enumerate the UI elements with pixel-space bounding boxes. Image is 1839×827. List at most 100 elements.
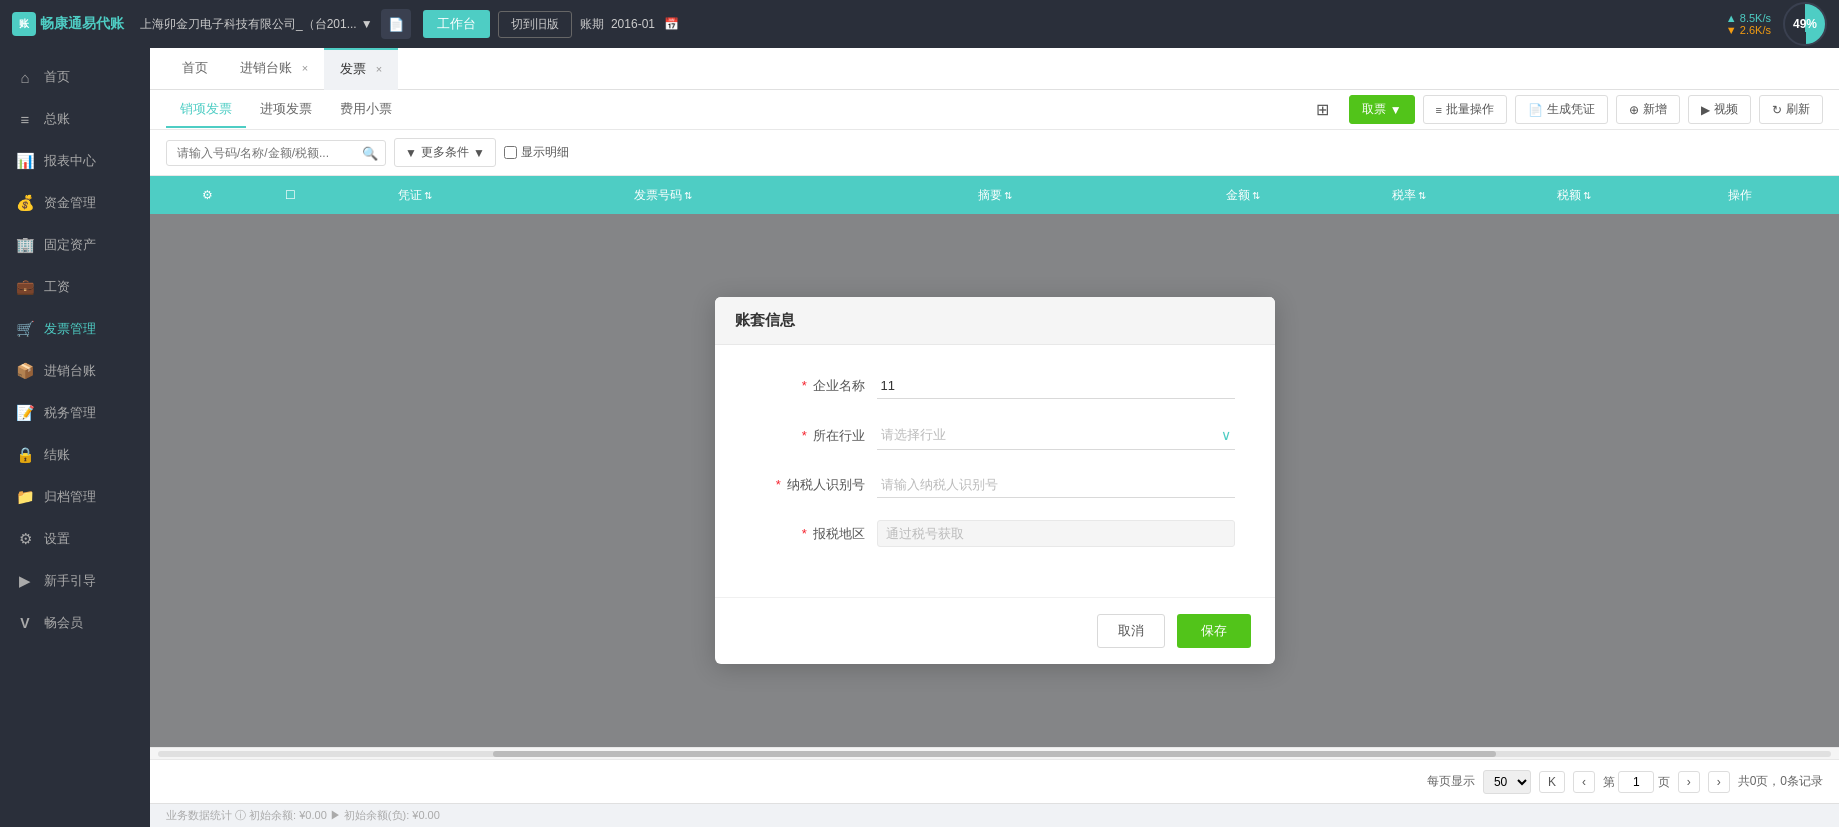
pagination-bar: 每页显示 50 K ‹ 第 页 › › 共0页，0条记录 — [150, 759, 1839, 803]
refresh-btn[interactable]: ↻ 刷新 — [1759, 95, 1823, 124]
scrollbar-track[interactable] — [158, 751, 1831, 757]
th-amount[interactable]: 金额 ⇅ — [1160, 187, 1326, 204]
switch-old-button[interactable]: 切到旧版 — [498, 11, 572, 38]
show-detail-checkbox[interactable]: 显示明细 — [504, 144, 569, 161]
ticket-btn[interactable]: 取票 ▼ — [1349, 95, 1415, 124]
bottom-bar: 业务数据统计 ⓘ 初始余额: ¥0.00 ▶ 初始余额(负): ¥0.00 — [150, 803, 1839, 827]
form-row-taxid: * 纳税人识别号 — [755, 472, 1235, 498]
guide-icon: ▶ — [16, 572, 34, 590]
last-page-btn[interactable]: › — [1708, 771, 1730, 793]
th-invoice-no[interactable]: 发票号码 ⇅ — [497, 187, 828, 204]
sidebar: ⌂ 首页 ≡ 总账 📊 报表中心 💰 资金管理 🏢 固定资产 💼 工资 — [0, 48, 150, 827]
sidebar-item-salary[interactable]: 💼 工资 — [0, 266, 150, 308]
label-taxid: * 纳税人识别号 — [755, 476, 865, 494]
industry-dropdown-arrow: ∨ — [1221, 427, 1231, 443]
input-tax-id[interactable] — [877, 472, 1235, 498]
show-detail-check[interactable] — [504, 146, 517, 159]
select-industry[interactable]: 请选择行业 ∨ — [877, 421, 1235, 450]
tab-home[interactable]: 首页 — [166, 49, 224, 89]
tab-purchase-close[interactable]: × — [302, 62, 308, 74]
tab-invoice[interactable]: 发票 × — [324, 48, 398, 90]
sidebar-item-invoice[interactable]: 🛒 发票管理 — [0, 308, 150, 350]
sidebar-item-settings[interactable]: ⚙ 设置 — [0, 518, 150, 560]
th-voucher[interactable]: 凭证 ⇅ — [332, 187, 498, 204]
doc-icon[interactable]: 📄 — [381, 9, 411, 39]
network-status: ▲ 8.5K/s ▼ 2.6K/s — [1726, 12, 1771, 36]
save-button[interactable]: 保存 — [1177, 614, 1251, 648]
form-row-industry: * 所在行业 请选择行业 ∨ — [755, 421, 1235, 450]
subtab-expense[interactable]: 费用小票 — [326, 92, 406, 128]
company-dropdown-arrow: ▼ — [361, 17, 373, 31]
video-btn[interactable]: ▶ 视频 — [1688, 95, 1751, 124]
ledger-icon: ≡ — [16, 110, 34, 128]
batch-op-btn[interactable]: ≡ 批量操作 — [1423, 95, 1507, 124]
salary-icon: 💼 — [16, 278, 34, 296]
label-company: * 企业名称 — [755, 377, 865, 395]
sidebar-item-closing[interactable]: 🔒 结账 — [0, 434, 150, 476]
first-page-btn[interactable]: K — [1539, 771, 1565, 793]
plus-icon: ⊕ — [1629, 103, 1639, 117]
modal-body: * 企业名称 * 所在行业 — [715, 345, 1275, 597]
modal-footer: 取消 保存 — [715, 597, 1275, 664]
label-industry: * 所在行业 — [755, 427, 865, 445]
member-icon: V — [16, 614, 34, 632]
th-tax-rate[interactable]: 税率 ⇅ — [1326, 187, 1492, 204]
page-label: 第 页 — [1603, 771, 1670, 793]
th-check[interactable]: ☐ — [249, 188, 332, 202]
generate-voucher-btn[interactable]: 📄 生成凭证 — [1515, 95, 1608, 124]
page-input[interactable] — [1618, 771, 1654, 793]
prev-page-btn[interactable]: ‹ — [1573, 771, 1595, 793]
sidebar-item-assets[interactable]: 🏢 固定资产 — [0, 224, 150, 266]
input-tax-region — [877, 520, 1235, 547]
subtab-purchase[interactable]: 进项发票 — [246, 92, 326, 128]
per-page-select[interactable]: 50 — [1483, 770, 1531, 794]
subtab-sales[interactable]: 销项发票 — [166, 92, 246, 128]
calendar-icon[interactable]: 📅 — [664, 17, 679, 31]
cancel-button[interactable]: 取消 — [1097, 614, 1165, 648]
refresh-icon: ↻ — [1772, 103, 1782, 117]
sidebar-item-guide[interactable]: ▶ 新手引导 — [0, 560, 150, 602]
next-page-btn[interactable]: › — [1678, 771, 1700, 793]
input-company-name[interactable] — [877, 373, 1235, 399]
scrollbar-thumb[interactable] — [493, 751, 1497, 757]
table-header: ⚙ ☐ 凭证 ⇅ 发票号码 ⇅ 摘要 ⇅ 金额 ⇅ 税率 ⇅ 税额 ⇅ 操作 — [150, 176, 1839, 214]
sidebar-item-member[interactable]: V 畅会员 — [0, 602, 150, 644]
th-summary[interactable]: 摘要 ⇅ — [829, 187, 1160, 204]
sub-tab-bar: 销项发票 进项发票 费用小票 ⊞ 取票 ▼ ≡ — [150, 90, 1839, 130]
sidebar-item-reports[interactable]: 📊 报表中心 — [0, 140, 150, 182]
th-settings[interactable]: ⚙ — [166, 188, 249, 202]
search-input[interactable] — [166, 140, 386, 166]
period-label: 账期 2016-01 📅 — [580, 16, 696, 33]
funds-icon: 💰 — [16, 194, 34, 212]
workbench-button[interactable]: 工作台 — [423, 10, 490, 38]
new-btn[interactable]: ⊕ 新增 — [1616, 95, 1680, 124]
settings-icon: ⚙ — [16, 530, 34, 548]
tax-icon: 📝 — [16, 404, 34, 422]
sidebar-item-ledger[interactable]: ≡ 总账 — [0, 98, 150, 140]
sidebar-item-funds[interactable]: 💰 资金管理 — [0, 182, 150, 224]
closing-icon: 🔒 — [16, 446, 34, 464]
tab-purchase[interactable]: 进销台账 × — [224, 49, 324, 89]
search-wrapper: 🔍 — [166, 140, 386, 166]
company-selector[interactable]: 上海卯金刀电子科技有限公司_（台201... ▼ — [140, 16, 373, 33]
search-icon: 🔍 — [362, 145, 378, 160]
sidebar-item-archive[interactable]: 📁 归档管理 — [0, 476, 150, 518]
tab-invoice-close[interactable]: × — [376, 63, 382, 75]
sidebar-item-tax[interactable]: 📝 税务管理 — [0, 392, 150, 434]
filter-dropdown-arrow: ▼ — [473, 146, 485, 160]
purchase-icon: 📦 — [16, 362, 34, 380]
video-icon: ▶ — [1701, 103, 1710, 117]
sidebar-item-purchase[interactable]: 📦 进销台账 — [0, 350, 150, 392]
progress-circle: 49% — [1783, 2, 1827, 46]
th-tax[interactable]: 税额 ⇅ — [1492, 187, 1658, 204]
filter-more-btn[interactable]: ▼ 更多条件 ▼ — [394, 138, 496, 167]
th-action: 操作 — [1657, 187, 1823, 204]
scrollbar-area — [150, 747, 1839, 759]
modal-title: 账套信息 — [715, 297, 1275, 345]
sidebar-item-home[interactable]: ⌂ 首页 — [0, 56, 150, 98]
search-filter-bar: 🔍 ▼ 更多条件 ▼ 显示明细 — [150, 130, 1839, 176]
content-body: 账套信息 * 企业名称 — [150, 214, 1839, 747]
grid-view-btn[interactable]: ⊞ — [1304, 95, 1341, 124]
invoice-icon: 🛒 — [16, 320, 34, 338]
form-row-company: * 企业名称 — [755, 373, 1235, 399]
